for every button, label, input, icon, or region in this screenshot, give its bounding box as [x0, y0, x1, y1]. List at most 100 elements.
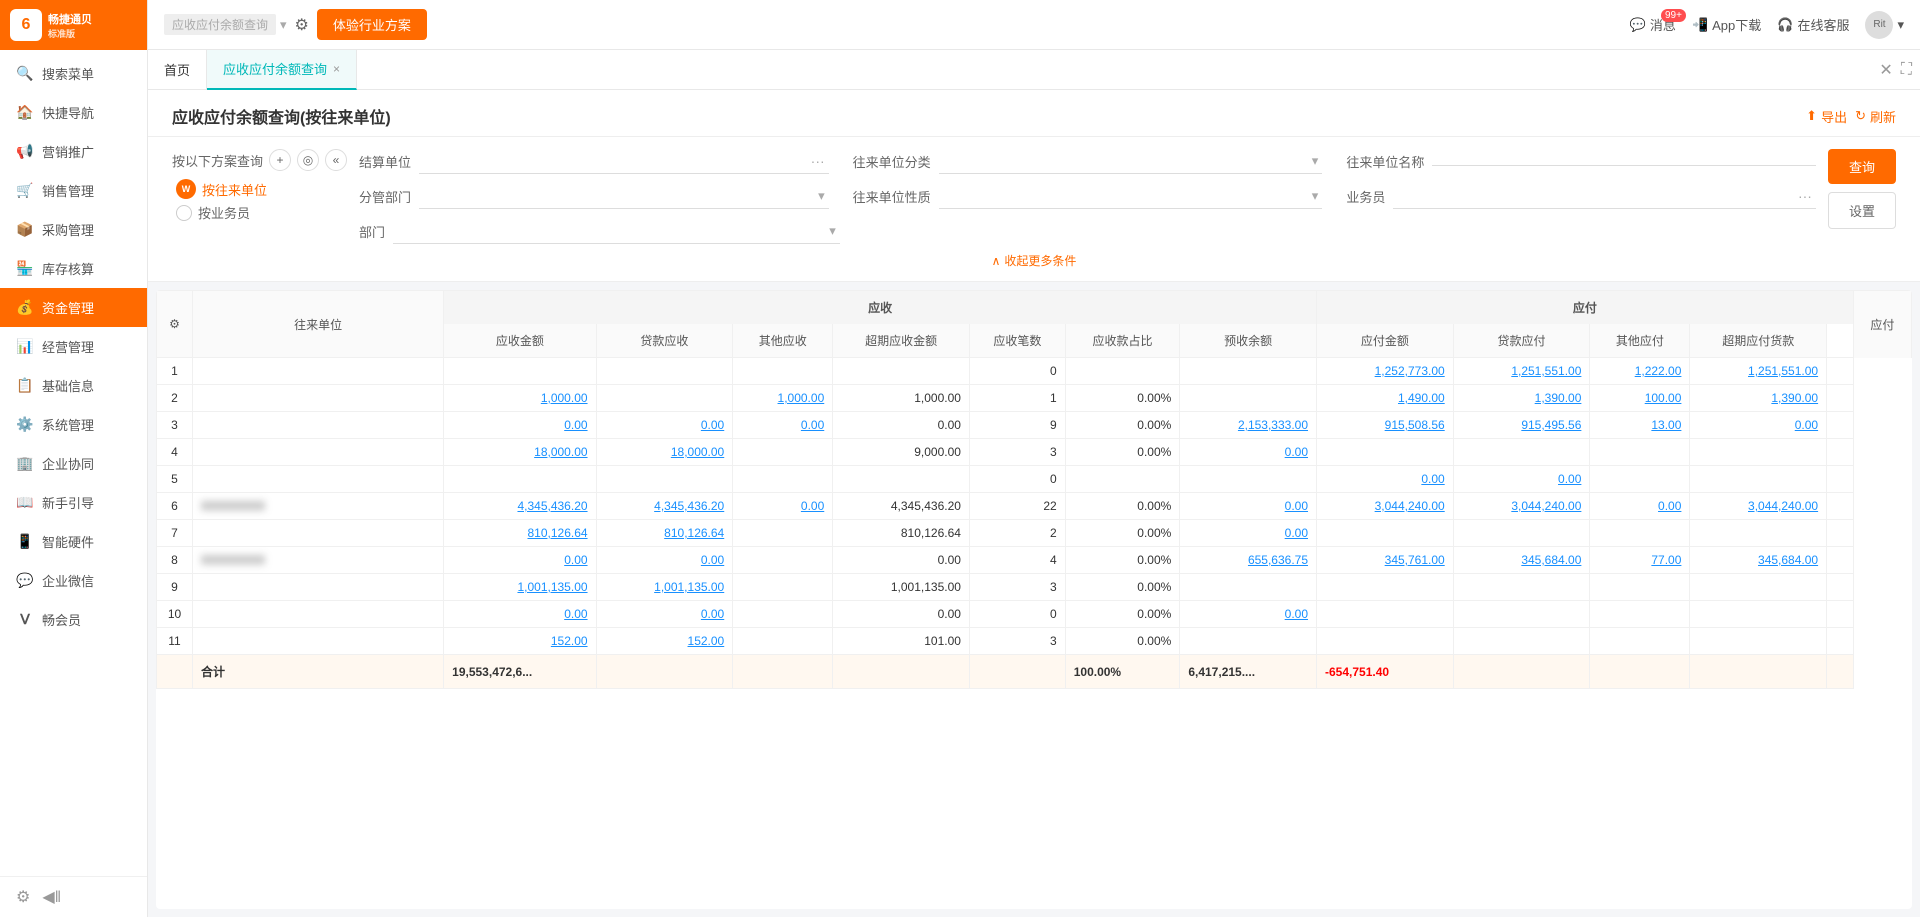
cell-pay-amt[interactable]: 345,761.00: [1317, 547, 1454, 574]
cell-other-recv[interactable]: 0.00: [733, 412, 833, 439]
tab-close-icon[interactable]: ×: [333, 62, 340, 76]
collapse-button[interactable]: ∧ 收起更多条件: [992, 252, 1077, 269]
sidebar-item-marketing[interactable]: 📢 营销推广: [0, 132, 147, 171]
cell-overdue-pay[interactable]: [1690, 628, 1827, 655]
cell-other-recv[interactable]: [733, 628, 833, 655]
cell-pay-amt[interactable]: 0.00: [1317, 466, 1454, 493]
export-button[interactable]: ⬆ 导出: [1806, 107, 1847, 126]
sidebar-item-operation[interactable]: 📊 经营管理: [0, 327, 147, 366]
cell-other-recv[interactable]: [733, 358, 833, 385]
cell-loan-pay[interactable]: 1,251,551.00: [1453, 358, 1590, 385]
filter-collapse-button[interactable]: «: [325, 149, 347, 171]
cell-other-recv[interactable]: [733, 574, 833, 601]
cell-overdue-pay[interactable]: 3,044,240.00: [1690, 493, 1827, 520]
cell-other-pay[interactable]: 100.00: [1590, 385, 1690, 412]
cell-prepaid[interactable]: 0.00: [1180, 520, 1317, 547]
cell-prepaid[interactable]: 0.00: [1180, 493, 1317, 520]
cell-other-pay[interactable]: [1590, 574, 1690, 601]
cell-pay-amt[interactable]: 915,508.56: [1317, 412, 1454, 439]
cell-overdue-pay[interactable]: [1690, 601, 1827, 628]
cell-loan-recv[interactable]: 18,000.00: [596, 439, 733, 466]
sidebar-item-system[interactable]: ⚙️ 系统管理: [0, 405, 147, 444]
cell-overdue-pay[interactable]: 345,684.00: [1690, 547, 1827, 574]
cell-other-recv[interactable]: [733, 547, 833, 574]
settings-footer-icon[interactable]: ⚙: [16, 887, 30, 907]
cell-pay-amt[interactable]: 1,252,773.00: [1317, 358, 1454, 385]
cell-pay-amt[interactable]: 1,490.00: [1317, 385, 1454, 412]
cell-recv-amt[interactable]: 0.00: [444, 601, 596, 628]
tab-close-all-button[interactable]: ✕: [1879, 60, 1892, 80]
message-badge[interactable]: 💬 消息 99+: [1630, 15, 1676, 34]
sidebar-item-quick[interactable]: 🏠 快捷导航: [0, 93, 147, 132]
cell-other-recv[interactable]: [733, 439, 833, 466]
tab-home[interactable]: 首页: [148, 50, 207, 90]
cell-loan-recv[interactable]: 0.00: [596, 547, 733, 574]
sidebar-item-basic[interactable]: 📋 基础信息: [0, 366, 147, 405]
setting-button[interactable]: 设置: [1828, 192, 1896, 229]
settlement-input[interactable]: ···: [419, 149, 829, 174]
cell-other-recv[interactable]: [733, 466, 833, 493]
cell-loan-pay[interactable]: 915,495.56: [1453, 412, 1590, 439]
cell-other-pay[interactable]: [1590, 628, 1690, 655]
cell-loan-recv[interactable]: 152.00: [596, 628, 733, 655]
app-download[interactable]: 📲 App下载: [1692, 15, 1761, 34]
cell-prepaid[interactable]: [1180, 574, 1317, 601]
cell-loan-pay[interactable]: 1,390.00: [1453, 385, 1590, 412]
cell-overdue-pay[interactable]: [1690, 520, 1827, 547]
cell-overdue-pay[interactable]: 0.00: [1690, 412, 1827, 439]
cell-loan-pay[interactable]: [1453, 520, 1590, 547]
cell-recv-amt[interactable]: 0.00: [444, 412, 596, 439]
cell-prepaid[interactable]: 655,636.75: [1180, 547, 1317, 574]
cell-other-pay[interactable]: [1590, 601, 1690, 628]
cell-prepaid[interactable]: [1180, 358, 1317, 385]
cell-overdue-pay[interactable]: 1,390.00: [1690, 385, 1827, 412]
cell-pay-amt[interactable]: [1317, 520, 1454, 547]
cell-other-recv[interactable]: 1,000.00: [733, 385, 833, 412]
filter-scheme-button[interactable]: ◎: [297, 149, 319, 171]
cell-loan-recv[interactable]: [596, 466, 733, 493]
gear-button[interactable]: ⚙: [295, 15, 309, 35]
sidebar-item-guide[interactable]: 📖 新手引导: [0, 483, 147, 522]
salesman-input[interactable]: ···: [1393, 184, 1816, 209]
tab-expand-button[interactable]: ⛶: [1901, 61, 1912, 79]
cell-other-recv[interactable]: [733, 601, 833, 628]
cell-recv-amt[interactable]: 810,126.64: [444, 520, 596, 547]
cell-recv-amt[interactable]: 4,345,436.20: [444, 493, 596, 520]
sidebar-item-member[interactable]: Ⅴ 畅会员: [0, 600, 147, 639]
cell-recv-amt[interactable]: [444, 358, 596, 385]
query-button[interactable]: 查询: [1828, 149, 1896, 184]
sidebar-item-wechat[interactable]: 💬 企业微信: [0, 561, 147, 600]
cell-loan-pay[interactable]: 345,684.00: [1453, 547, 1590, 574]
cell-recv-amt[interactable]: 1,000.00: [444, 385, 596, 412]
dept-input[interactable]: ▾: [419, 184, 829, 209]
cell-prepaid[interactable]: [1180, 466, 1317, 493]
cell-other-pay[interactable]: [1590, 520, 1690, 547]
cell-overdue-pay[interactable]: [1690, 439, 1827, 466]
cell-prepaid[interactable]: 0.00: [1180, 439, 1317, 466]
cell-loan-pay[interactable]: [1453, 574, 1590, 601]
cell-overdue-pay[interactable]: [1690, 574, 1827, 601]
cell-loan-pay[interactable]: [1453, 628, 1590, 655]
sidebar-item-search[interactable]: 🔍 搜索菜单: [0, 54, 147, 93]
sidebar-item-hardware[interactable]: 📱 智能硬件: [0, 522, 147, 561]
cell-prepaid[interactable]: [1180, 385, 1317, 412]
cell-loan-recv[interactable]: 0.00: [596, 601, 733, 628]
cell-other-pay[interactable]: 13.00: [1590, 412, 1690, 439]
tab-query[interactable]: 应收应付余额查询 ×: [207, 50, 357, 90]
cell-pay-amt[interactable]: 3,044,240.00: [1317, 493, 1454, 520]
cell-recv-amt[interactable]: [444, 466, 596, 493]
cell-other-recv[interactable]: 0.00: [733, 493, 833, 520]
th-settings[interactable]: ⚙: [157, 291, 193, 358]
cell-recv-amt[interactable]: 18,000.00: [444, 439, 596, 466]
table-container[interactable]: ⚙ 往来单位 应收 应付 应付 应收金额 贷款应收 其他应收: [156, 290, 1912, 909]
cell-loan-pay[interactable]: 0.00: [1453, 466, 1590, 493]
cell-loan-recv[interactable]: 810,126.64: [596, 520, 733, 547]
cell-loan-recv[interactable]: [596, 385, 733, 412]
plan-button[interactable]: 体验行业方案: [317, 9, 427, 40]
cell-pay-amt[interactable]: [1317, 601, 1454, 628]
cell-other-pay[interactable]: 77.00: [1590, 547, 1690, 574]
cell-loan-pay[interactable]: [1453, 439, 1590, 466]
partner-nature-input[interactable]: ▾: [939, 184, 1323, 209]
section-dept-input[interactable]: ▾: [393, 219, 840, 244]
user-area[interactable]: Rit ▾: [1865, 11, 1904, 39]
